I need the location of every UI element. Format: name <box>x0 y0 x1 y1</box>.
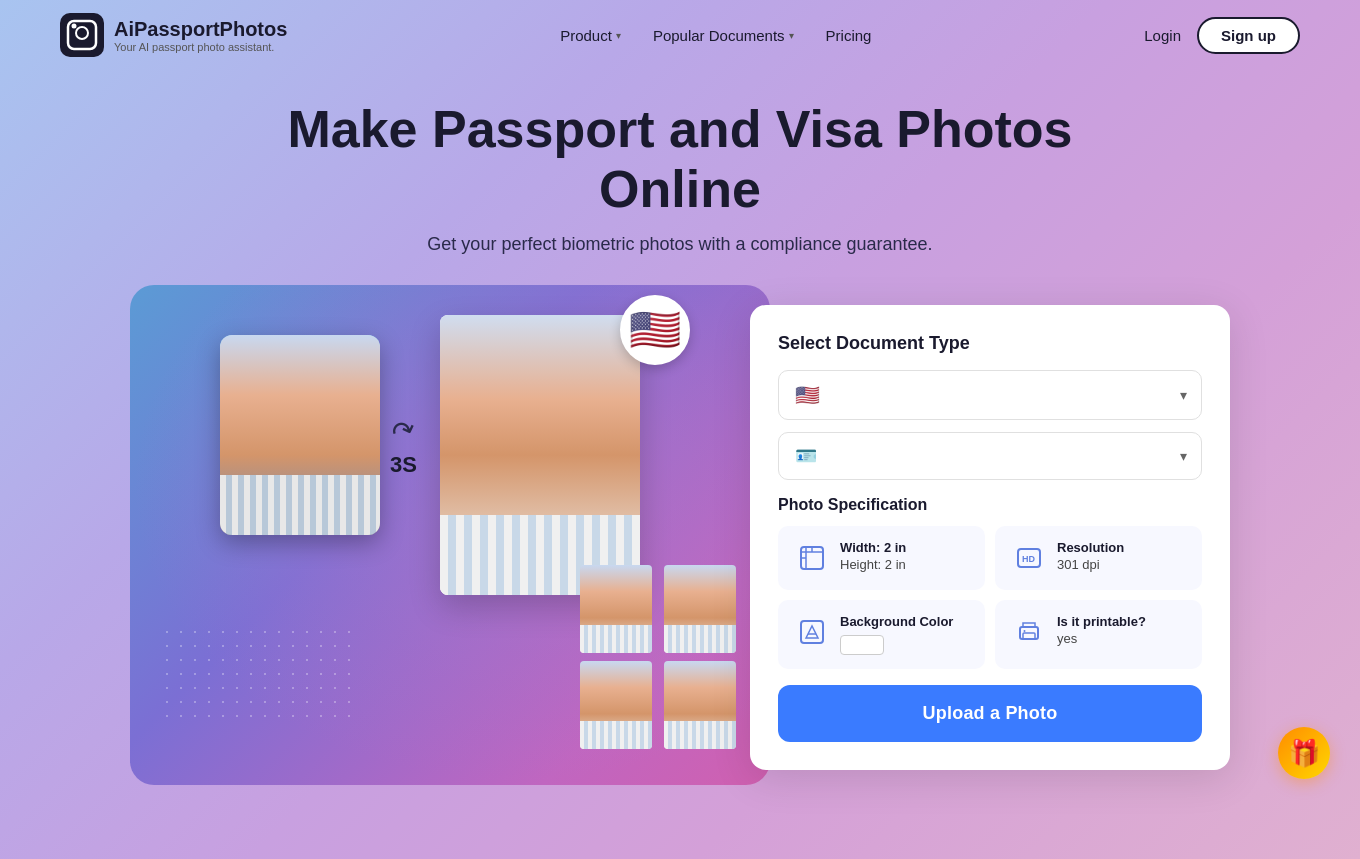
country-select-wrapper: 🇺🇸 ▾ <box>778 370 1202 420</box>
print-icon <box>1011 614 1047 650</box>
signup-button[interactable]: Sign up <box>1197 17 1300 54</box>
small-photo-3 <box>580 661 652 749</box>
color-icon <box>794 614 830 650</box>
size-icon <box>794 540 830 576</box>
auth-buttons: Login Sign up <box>1144 17 1300 54</box>
form-panel: Select Document Type 🇺🇸 ▾ 🪪 ▾ Photo Spec… <box>750 305 1230 770</box>
logo-name: AiPassportPhotos <box>114 18 287 41</box>
spec-grid: Width: 2 in Height: 2 in HD Resolution 3… <box>778 526 1202 669</box>
form-section-title: Select Document Type <box>778 333 1202 354</box>
photo-illustration: ↷ 3S 🇺🇸 <box>130 285 770 785</box>
login-button[interactable]: Login <box>1144 27 1181 44</box>
small-photo-2 <box>664 565 736 653</box>
chevron-down-icon: ▾ <box>1180 448 1187 464</box>
spec-text-printable: Is it printable? yes <box>1057 614 1146 646</box>
header: AiPassportPhotos Your AI passport photo … <box>0 0 1360 70</box>
spec-card-bgcolor: Background Color <box>778 600 985 669</box>
gift-button[interactable]: 🎁 <box>1278 727 1330 779</box>
svg-rect-11 <box>801 621 823 643</box>
logo-tagline: Your AI passport photo assistant. <box>114 41 287 53</box>
hero-subtitle: Get your perfect biometric photos with a… <box>427 234 932 255</box>
doc-type-select[interactable]: 🪪 ▾ <box>778 432 1202 480</box>
nav-product[interactable]: Product ▾ <box>560 27 621 44</box>
small-photos-grid <box>580 565 740 749</box>
small-photo-4 <box>664 661 736 749</box>
main-nav: Product ▾ Popular Documents ▾ Pricing <box>560 27 871 44</box>
spec-card-printable: Is it printable? yes <box>995 600 1202 669</box>
chevron-down-icon: ▾ <box>789 30 794 41</box>
upload-photo-button[interactable]: Upload a Photo <box>778 685 1202 742</box>
spec-printable-label: Is it printable? <box>1057 614 1146 629</box>
photo-spec-title: Photo Specification <box>778 496 1202 514</box>
spec-resolution-value: 301 dpi <box>1057 557 1124 572</box>
spec-resolution-label: Resolution <box>1057 540 1124 555</box>
spec-text-bgcolor: Background Color <box>840 614 953 655</box>
main-content: ↷ 3S 🇺🇸 Select Document Type 🇺🇸 ▾ <box>0 285 1360 785</box>
logo-icon <box>60 13 104 57</box>
spec-text-resolution: Resolution 301 dpi <box>1057 540 1124 572</box>
original-photo <box>220 335 380 535</box>
nav-popular-docs[interactable]: Popular Documents ▾ <box>653 27 794 44</box>
chevron-down-icon: ▾ <box>1180 387 1187 403</box>
svg-point-15 <box>1024 630 1026 632</box>
spec-printable-value: yes <box>1057 631 1146 646</box>
spec-card-resolution: HD Resolution 301 dpi <box>995 526 1202 590</box>
big-passport-photo <box>440 315 640 595</box>
svg-text:HD: HD <box>1022 554 1035 564</box>
spec-text-size: Width: 2 in Height: 2 in <box>840 540 906 572</box>
logo[interactable]: AiPassportPhotos Your AI passport photo … <box>60 13 287 57</box>
svg-rect-0 <box>60 13 104 57</box>
resolution-icon: HD <box>1011 540 1047 576</box>
color-swatch[interactable] <box>840 635 884 655</box>
spec-width-label: Width: 2 in <box>840 540 906 555</box>
flag-emoji: 🇺🇸 <box>795 383 820 407</box>
nav-pricing[interactable]: Pricing <box>826 27 872 44</box>
arrow-3s-label: ↷ 3S <box>390 415 417 478</box>
dots-pattern <box>160 625 360 725</box>
spec-card-size: Width: 2 in Height: 2 in <box>778 526 985 590</box>
hero-section: Make Passport and Visa Photos Online Get… <box>0 70 1360 255</box>
hero-title: Make Passport and Visa Photos Online <box>230 100 1130 220</box>
small-photo-1 <box>580 565 652 653</box>
arrow-curve-icon: ↷ <box>387 412 420 451</box>
country-select[interactable]: 🇺🇸 ▾ <box>778 370 1202 420</box>
doc-type-icon: 🪪 <box>795 445 817 467</box>
svg-point-3 <box>72 24 77 29</box>
spec-height-value: Height: 2 in <box>840 557 906 572</box>
flag-circle: 🇺🇸 <box>620 295 690 365</box>
doc-type-select-wrapper: 🪪 ▾ <box>778 432 1202 480</box>
spec-bgcolor-label: Background Color <box>840 614 953 629</box>
chevron-down-icon: ▾ <box>616 30 621 41</box>
